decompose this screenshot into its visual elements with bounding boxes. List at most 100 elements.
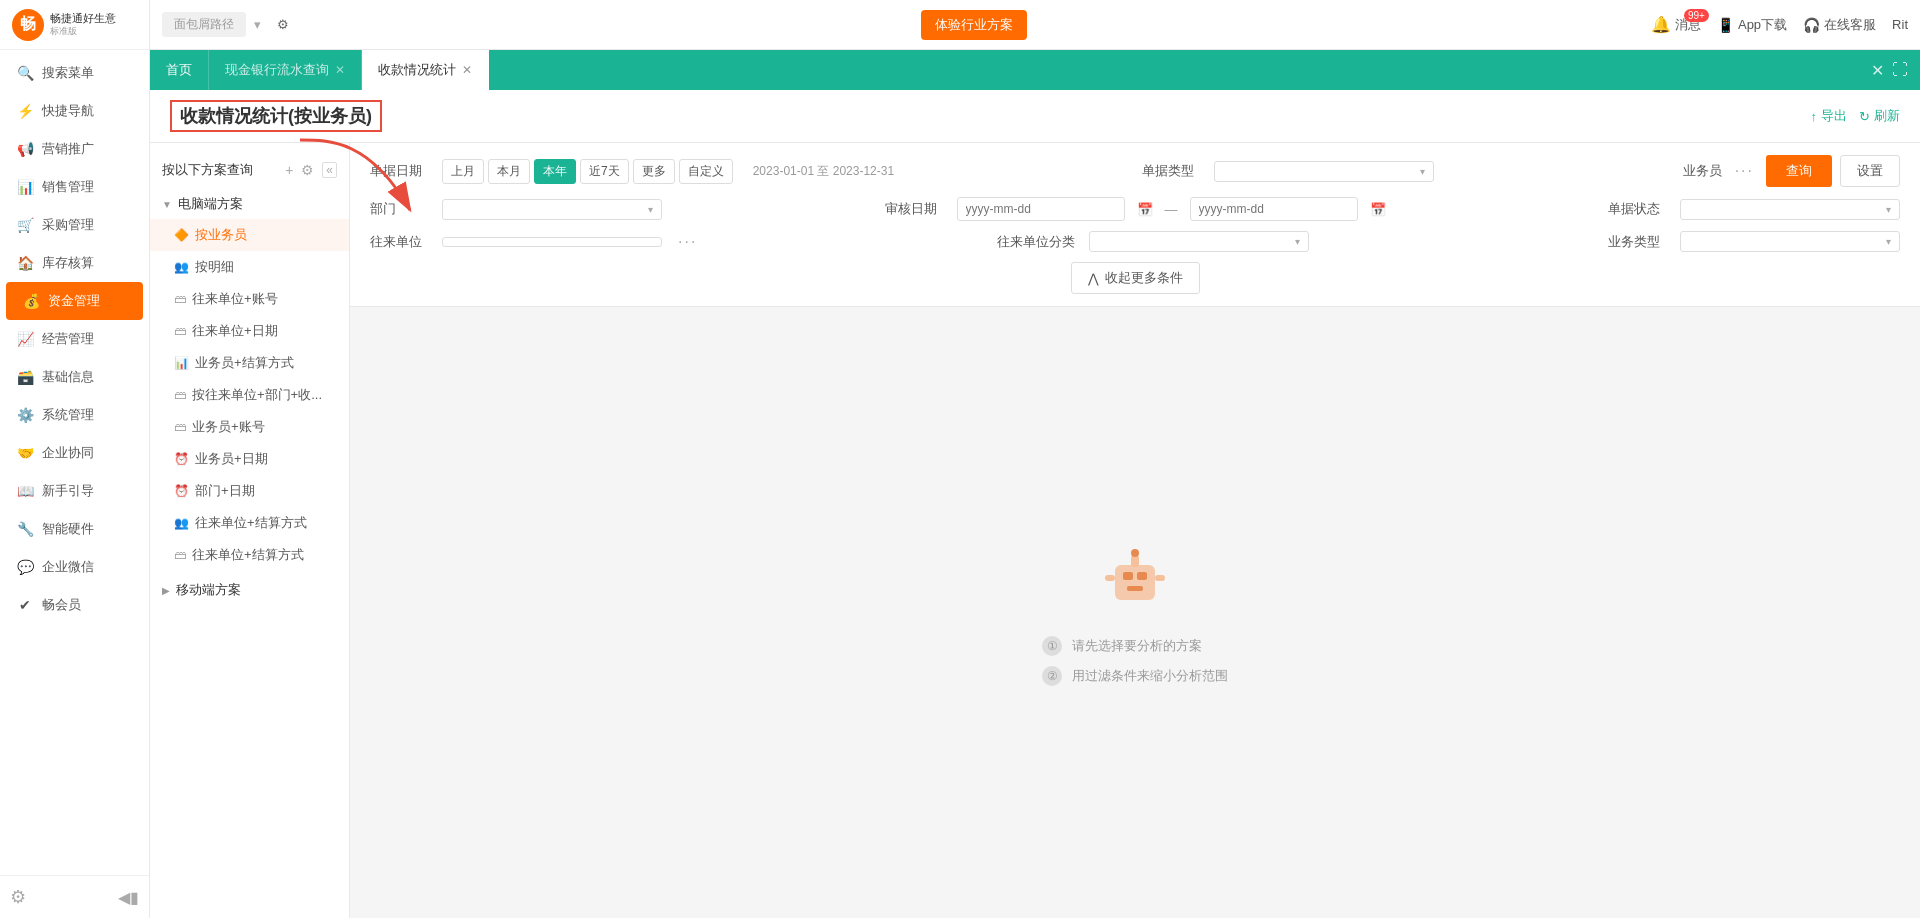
scheme-item-label: 按明细 (195, 258, 234, 276)
review-date-start[interactable] (957, 197, 1125, 221)
empty-state: ① 请先选择要分析的方案 ② 用过滤条件来缩小分析范围 (1042, 540, 1228, 686)
sidebar-item-vip[interactable]: ✔ 畅会员 (0, 586, 149, 624)
sidebar-item-hardware[interactable]: 🔧 智能硬件 (0, 510, 149, 548)
close-all-btn[interactable]: ✕ (1871, 61, 1884, 80)
svg-rect-1 (1123, 572, 1133, 580)
salesperson-account-icon: 🗃 (174, 420, 186, 434)
sidebar-item-system[interactable]: ⚙️ 系统管理 (0, 396, 149, 434)
scheme-item-dept-date[interactable]: ⏰ 部门+日期 (150, 475, 349, 507)
scheme-item-by-salesperson[interactable]: 🔶 按业务员 (150, 219, 349, 251)
scheme-item-unit-account[interactable]: 🗃 往来单位+账号 (150, 283, 349, 315)
sidebar-settings-icon[interactable]: ⚙ (10, 886, 26, 908)
voucher-status-select[interactable]: ▾ (1680, 199, 1900, 220)
hardware-icon: 🔧 (16, 520, 34, 538)
tab-bank-label: 现金银行流水查询 (225, 61, 329, 79)
scheme-title-desktop[interactable]: ▼ 电脑端方案 (150, 189, 349, 219)
voucher-type-arrow: ▾ (1420, 166, 1425, 177)
partner-category-select[interactable]: ▾ (1089, 231, 1309, 252)
export-btn[interactable]: ↑ 导出 (1811, 107, 1848, 125)
scheme-item-by-detail[interactable]: 👥 按明细 (150, 251, 349, 283)
sidebar-item-label: 搜索菜单 (42, 64, 94, 82)
step-2-text: 用过滤条件来缩小分析范围 (1072, 667, 1228, 685)
bell-icon: 🔔 (1651, 15, 1671, 34)
review-date-end[interactable] (1190, 197, 1358, 221)
salesperson-settle-icon: 📊 (174, 356, 189, 370)
message-btn[interactable]: 🔔 消息 99+ (1651, 15, 1701, 34)
voucher-type-select[interactable]: ▾ (1214, 161, 1434, 182)
sidebar-item-basic[interactable]: 🗃️ 基础信息 (0, 358, 149, 396)
tab-bank[interactable]: 现金银行流水查询 ✕ (209, 50, 362, 90)
content-area: 按以下方案查询 + ⚙ « ▼ 电脑端方案 🔶 按业务员 👥 (150, 143, 1920, 918)
partner-more-btn[interactable]: ··· (678, 233, 697, 251)
tab-home[interactable]: 首页 (150, 50, 209, 90)
online-service-btn[interactable]: 🎧 在线客服 (1803, 16, 1876, 34)
sidebar-item-label: 智能硬件 (42, 520, 94, 538)
partner-select[interactable] (442, 237, 662, 247)
wechat-icon: 💬 (16, 558, 34, 576)
refresh-label: 刷新 (1874, 107, 1900, 125)
sidebar-item-inventory[interactable]: 🏠 库存核算 (0, 244, 149, 282)
sidebar-item-guide[interactable]: 📖 新手引导 (0, 472, 149, 510)
data-area: ① 请先选择要分析的方案 ② 用过滤条件来缩小分析范围 (350, 307, 1920, 918)
scheme-item-unit-date[interactable]: 🗃 往来单位+日期 (150, 315, 349, 347)
step-1-text: 请先选择要分析的方案 (1072, 637, 1202, 655)
scheme-item-unit-dept-collect[interactable]: 🗃 按往来单位+部门+收... (150, 379, 349, 411)
sidebar-item-sales[interactable]: 📊 销售管理 (0, 168, 149, 206)
filter-settings-btn[interactable]: 设置 (1840, 155, 1900, 187)
unit-dept-collect-icon: 🗃 (174, 388, 186, 402)
query-btn[interactable]: 查询 (1766, 155, 1832, 187)
breadcrumb-dropdown[interactable]: ▾ (254, 17, 261, 32)
scheme-item-unit-settle2[interactable]: 🗃 往来单位+结算方式 (150, 539, 349, 571)
topbar: 面包屑路径 ▾ ⚙ 体验行业方案 🔔 消息 99+ 📱 App下载 🎧 在线客服… (150, 0, 1920, 50)
custom-btn[interactable]: 自定义 (679, 159, 733, 184)
sidebar-item-purchase[interactable]: 🛒 采购管理 (0, 206, 149, 244)
sidebar-collapse-icon[interactable]: ◀▮ (118, 888, 139, 907)
svg-rect-6 (1105, 575, 1115, 581)
salesperson-more-btn[interactable]: ··· (1735, 162, 1754, 180)
panel-add-btn[interactable]: + (285, 162, 293, 178)
scheme-title-label: 移动端方案 (176, 581, 241, 599)
tab-receipt[interactable]: 收款情况统计 ✕ (362, 50, 489, 90)
business-type-arrow: ▾ (1886, 236, 1891, 247)
sidebar-item-search[interactable]: 🔍 搜索菜单 (0, 54, 149, 92)
partner-category-label: 往来单位分类 (997, 233, 1077, 251)
this-month-btn[interactable]: 本月 (488, 159, 530, 184)
sidebar-item-label: 新手引导 (42, 482, 94, 500)
trial-btn[interactable]: 体验行业方案 (921, 10, 1027, 40)
topbar-settings-btn[interactable]: ⚙ (269, 11, 297, 39)
business-type-select[interactable]: ▾ (1680, 231, 1900, 252)
app-download-btn[interactable]: 📱 App下载 (1717, 16, 1787, 34)
panel-collapse-btn[interactable]: « (322, 162, 337, 178)
scheme-item-salesperson-account[interactable]: 🗃 业务员+账号 (150, 411, 349, 443)
refresh-btn[interactable]: ↻ 刷新 (1859, 107, 1900, 125)
tab-bank-close[interactable]: ✕ (335, 63, 345, 77)
this-year-btn[interactable]: 本年 (534, 159, 576, 184)
salesperson-label: 业务员 (1683, 162, 1723, 180)
scheme-title-mobile[interactable]: ▶ 移动端方案 (150, 575, 349, 605)
scheme-item-salesperson-settle[interactable]: 📊 业务员+结算方式 (150, 347, 349, 379)
scheme-item-salesperson-date[interactable]: ⏰ 业务员+日期 (150, 443, 349, 475)
finance-icon: 💰 (22, 292, 40, 310)
last7-btn[interactable]: 近7天 (580, 159, 629, 184)
tab-receipt-close[interactable]: ✕ (462, 63, 472, 77)
app-icon: 📱 (1717, 17, 1734, 33)
date-label: 单据日期 (370, 162, 430, 180)
dept-select[interactable]: ▾ (442, 199, 662, 220)
sidebar-item-quicknav[interactable]: ⚡ 快捷导航 (0, 92, 149, 130)
step-2-num: ② (1042, 666, 1062, 686)
sidebar-item-marketing[interactable]: 📢 营销推广 (0, 130, 149, 168)
collapse-more-btn[interactable]: ⋀ 收起更多条件 (1071, 262, 1200, 294)
sidebar-item-wechat[interactable]: 💬 企业微信 (0, 548, 149, 586)
date-separator: — (1165, 202, 1178, 217)
sidebar-item-finance[interactable]: 💰 资金管理 (6, 282, 143, 320)
app-download-label: App下载 (1738, 16, 1787, 34)
expand-btn[interactable]: ⛶ (1892, 61, 1908, 79)
date-filter-group: 上月 本月 本年 近7天 更多 自定义 (442, 159, 733, 184)
sidebar-item-enterprise[interactable]: 🤝 企业协同 (0, 434, 149, 472)
last-month-btn[interactable]: 上月 (442, 159, 484, 184)
scheme-item-unit-settle[interactable]: 👥 往来单位+结算方式 (150, 507, 349, 539)
sidebar-item-operations[interactable]: 📈 经营管理 (0, 320, 149, 358)
more-btn[interactable]: 更多 (633, 159, 675, 184)
filter-actions: 查询 设置 (1766, 155, 1900, 187)
panel-settings-btn[interactable]: ⚙ (301, 162, 314, 178)
